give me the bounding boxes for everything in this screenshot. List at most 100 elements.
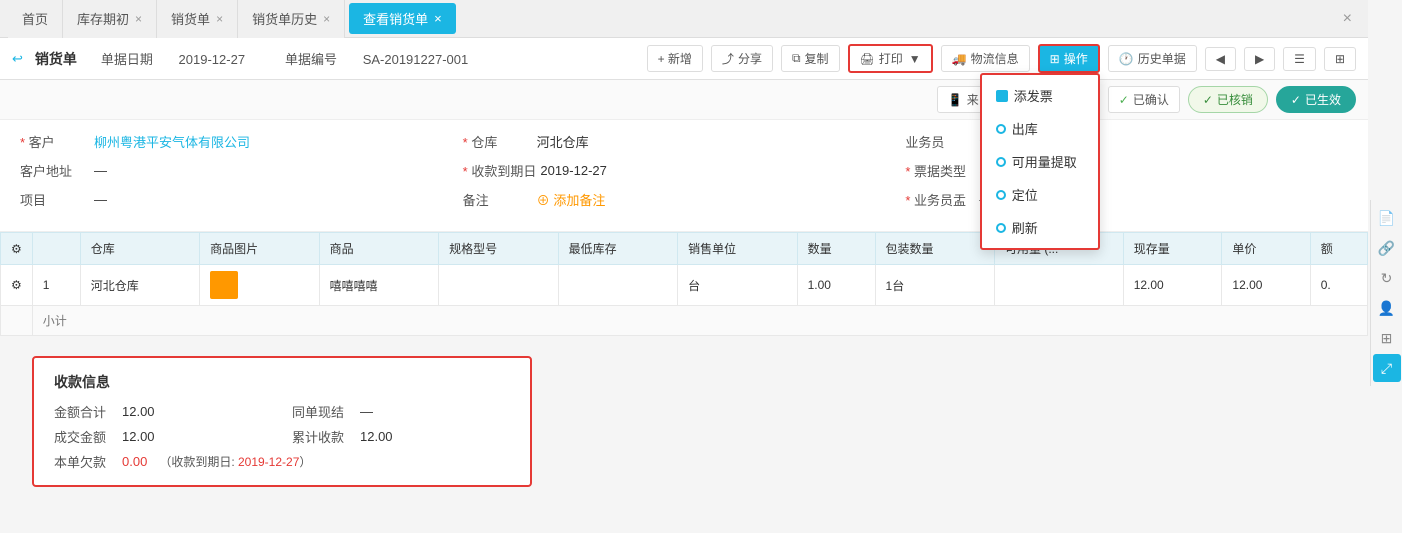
grid-view-button[interactable]: ⊞ <box>1324 47 1356 71</box>
payment-grid: 金额合计 12.00 同单现结 — 成交金额 12.00 累计收款 12.00 … <box>54 402 510 471</box>
right-sidebar: 📄 🔗 ↻ 👤 ⊞ ⤢ <box>1370 200 1402 386</box>
warehouse-label: 仓库 <box>463 132 533 151</box>
history-button[interactable]: 🕐 历史单据 <box>1108 45 1197 72</box>
payment-title: 收款信息 <box>54 372 510 392</box>
close-tab-history[interactable]: × <box>323 12 330 26</box>
check-icon: ✓ <box>1119 93 1129 107</box>
row-available <box>995 265 1124 306</box>
customer-label: 客户 <box>20 132 90 151</box>
list-view-button[interactable]: ☰ <box>1283 47 1316 71</box>
add-note-btn[interactable]: ⊕ 添加备注 <box>537 190 606 209</box>
grid-icon: ⊞ <box>1050 52 1060 66</box>
customer-value[interactable]: 柳州粤港平安气体有限公司 <box>94 132 250 151</box>
dropdown-refresh[interactable]: 刷新 <box>982 211 1098 244</box>
table-header-spec: 规格型号 <box>439 233 558 265</box>
check-circle-icon: ✓ <box>1203 93 1213 107</box>
table-row: ⚙ 1 河北仓库 嘻嘻嘻嘻 台 1.00 1台 12.00 12.00 0. <box>1 265 1368 306</box>
product-table-container: ⚙ 仓库 商品图片 商品 规格型号 最低库存 销售单位 数量 包装数量 可用量 … <box>0 232 1368 336</box>
print-button[interactable]: 🖨 打印 ▼ <box>848 44 933 73</box>
table-header-row-num <box>32 233 80 265</box>
form-section: 客户 柳州粤港平安气体有限公司 仓库 河北仓库 业务员 演示账号 客户地址 — … <box>0 120 1368 232</box>
row-current-stock: 12.00 <box>1123 265 1222 306</box>
table-header-current-stock: 现存量 <box>1123 233 1222 265</box>
subtotal-label: 小计 <box>32 306 1367 336</box>
print-dropdown-container: 🖨 打印 ▼ <box>848 44 933 73</box>
plus-icon: ⊕ <box>537 193 550 208</box>
warehouse-value: 河北仓库 <box>537 132 589 151</box>
close-tab-sales[interactable]: × <box>216 12 223 26</box>
operation-dropdown-menu: 添发票 出库 可用量提取 定位 刷新 <box>980 73 1100 250</box>
note-label: 备注 <box>463 190 533 209</box>
tab-sales-order[interactable]: 销货单 × <box>157 0 238 38</box>
payment-date-label: 收款到期日 <box>463 161 537 180</box>
doc-number: 单据编号 SA-20191227-001 <box>285 49 484 68</box>
circle-icon-3 <box>996 190 1006 200</box>
dropdown-add-invoice[interactable]: 添发票 <box>982 79 1098 112</box>
same-order-label: 同单现结 <box>292 402 352 421</box>
transaction-label: 成交金额 <box>54 427 114 446</box>
salesperson-label: 业务员 <box>905 132 975 151</box>
table-header-sales-unit: 销售单位 <box>678 233 797 265</box>
print-icon: 🖨 <box>860 52 875 66</box>
table-header-product-img: 商品图片 <box>200 233 319 265</box>
payment-amount-total-row: 金额合计 12.00 <box>54 402 272 421</box>
form-row-2: 客户地址 — 收款到期日 2019-12-27 票据类型 不开票 <box>20 161 1348 180</box>
close-tab-view-sales[interactable]: × <box>434 11 442 26</box>
tab-inventory-init[interactable]: 库存期初 × <box>63 0 157 38</box>
row-quantity: 1.00 <box>797 265 875 306</box>
sidebar-doc-icon[interactable]: 📄 <box>1373 204 1401 232</box>
customer-field: 客户 柳州粤港平安气体有限公司 <box>20 132 463 151</box>
row-product: 嘻嘻嘻嘻 <box>319 265 438 306</box>
sidebar-expand-icon[interactable]: ⤢ <box>1373 354 1401 382</box>
row-amount: 0. <box>1310 265 1367 306</box>
address-value: — <box>94 163 107 178</box>
copy-icon: ⧉ <box>792 51 801 66</box>
doc-icon: ↩ <box>12 51 23 67</box>
tab-sales-history[interactable]: 销货单历史 × <box>238 0 345 38</box>
sidebar-table-icon[interactable]: ⊞ <box>1373 324 1401 352</box>
dropdown-available-qty[interactable]: 可用量提取 <box>982 145 1098 178</box>
close-all-tabs-button[interactable]: × <box>1335 10 1360 28</box>
row-unit-price: 12.00 <box>1222 265 1310 306</box>
dropdown-locate[interactable]: 定位 <box>982 178 1098 211</box>
truck-icon: 🚚 <box>952 52 967 66</box>
invoice-type-field: 票据类型 不开票 <box>905 161 1348 180</box>
warehouse-field: 仓库 河北仓库 <box>463 132 906 151</box>
owed-note: （收款到期日: 2019-12-27） <box>159 453 311 470</box>
employee-label: 业务员盂 <box>905 190 975 209</box>
sidebar-person-icon[interactable]: 👤 <box>1373 294 1401 322</box>
phone-icon: 📱 <box>948 93 963 107</box>
table-header-min-stock: 最低库存 <box>558 233 677 265</box>
project-label: 项目 <box>20 190 90 209</box>
next-button[interactable]: ▶ <box>1244 47 1275 71</box>
new-button[interactable]: + 新增 <box>647 45 703 72</box>
current-owed-label: 本单欠款 <box>54 452 114 471</box>
row-min-stock <box>558 265 677 306</box>
confirmed-button[interactable]: ✓ 已确认 <box>1108 86 1180 113</box>
cancel-sales-button[interactable]: ✓ 已核销 <box>1188 86 1268 113</box>
history-icon: 🕐 <box>1119 52 1134 66</box>
operation-button[interactable]: ⊞ 操作 <box>1038 44 1100 73</box>
copy-button[interactable]: ⧉ 复制 <box>781 45 840 72</box>
share-button[interactable]: ⤴ 分享 <box>711 45 773 72</box>
action-bar: 📱 来自手机 未开票 ✓ 已确认 ✓ 已核销 ✓ 已生效 <box>0 80 1368 120</box>
address-field: 客户地址 — <box>20 161 463 180</box>
tab-home[interactable]: 首页 <box>8 0 63 38</box>
sidebar-refresh-icon[interactable]: ↻ <box>1373 264 1401 292</box>
form-row-1: 客户 柳州粤港平安气体有限公司 仓库 河北仓库 业务员 演示账号 <box>20 132 1348 151</box>
close-tab-inventory[interactable]: × <box>135 12 142 26</box>
effective-button[interactable]: ✓ 已生效 <box>1276 86 1356 113</box>
table-header-amount: 额 <box>1310 233 1367 265</box>
sidebar-link-icon[interactable]: 🔗 <box>1373 234 1401 262</box>
row-gear[interactable]: ⚙ <box>1 265 33 306</box>
operation-dropdown-container: ⊞ 操作 添发票 出库 可用量提取 定位 <box>1038 44 1100 73</box>
tab-view-sales-button[interactable]: 查看销货单 × <box>349 3 456 34</box>
amount-total-label: 金额合计 <box>54 402 114 421</box>
prev-button[interactable]: ◀ <box>1205 47 1236 71</box>
project-field: 项目 — <box>20 190 463 209</box>
transaction-value: 12.00 <box>122 429 155 444</box>
circle-icon-4 <box>996 223 1006 233</box>
table-header-unit-price: 单价 <box>1222 233 1310 265</box>
dropdown-out-warehouse[interactable]: 出库 <box>982 112 1098 145</box>
logistics-button[interactable]: 🚚 物流信息 <box>941 45 1030 72</box>
